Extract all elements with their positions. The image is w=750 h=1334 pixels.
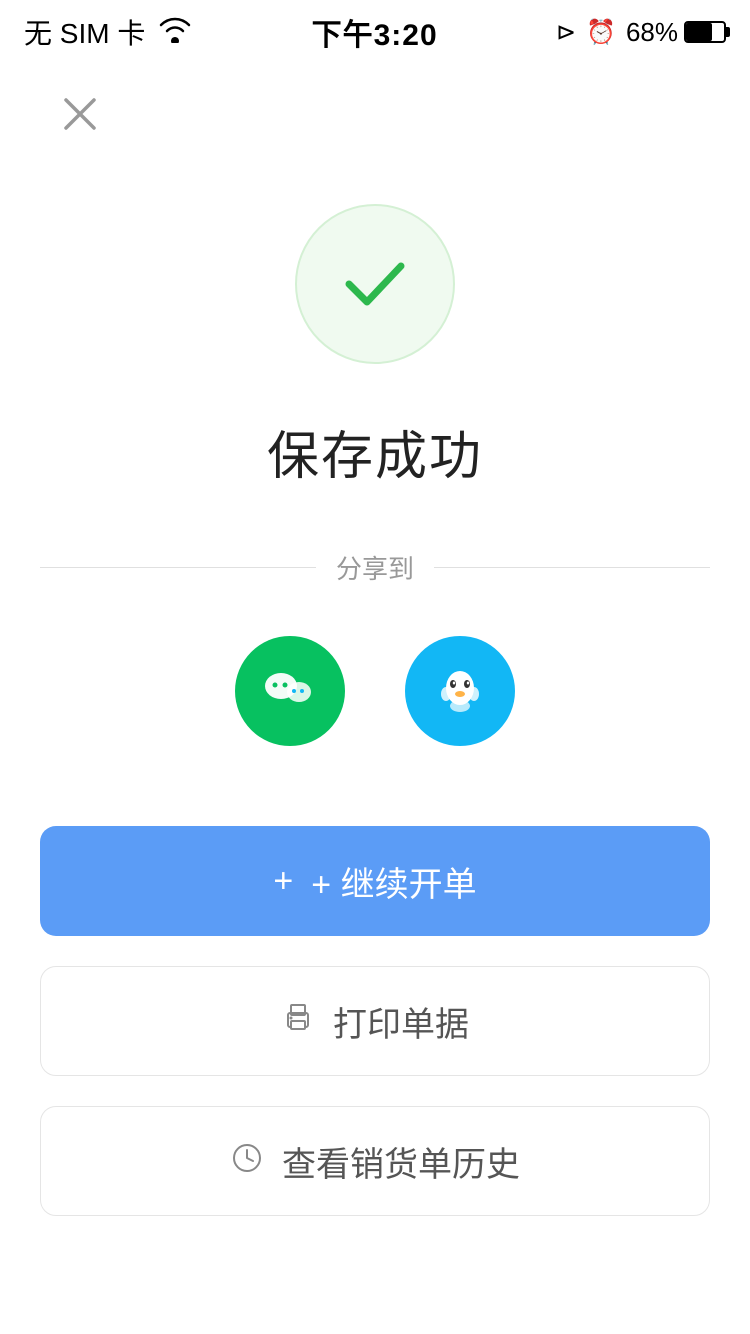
alarm-icon: ⏰ — [586, 18, 616, 47]
success-circle — [295, 204, 455, 364]
checkmark-icon — [335, 244, 415, 324]
history-icon — [230, 1141, 264, 1181]
success-title: 保存成功 — [267, 414, 483, 489]
continue-order-button[interactable]: + + 继续开单 — [40, 826, 710, 936]
battery-container: 68% — [626, 17, 726, 48]
share-section: 分享到 — [40, 549, 710, 746]
status-time: 下午3:20 — [312, 10, 438, 54]
history-button[interactable]: 查看销货单历史 — [40, 1106, 710, 1216]
wifi-icon — [157, 15, 193, 50]
action-buttons: + + 继续开单 打印单据 查看销货单历史 — [40, 826, 710, 1216]
share-divider-row: 分享到 — [40, 549, 710, 586]
battery-icon — [684, 21, 726, 43]
history-label: 查看销货单历史 — [282, 1137, 520, 1186]
divider-right — [434, 567, 710, 568]
share-qq-button[interactable] — [405, 636, 515, 746]
location-icon: ⊳ — [556, 18, 576, 47]
share-wechat-button[interactable] — [235, 636, 345, 746]
qq-icon — [427, 658, 493, 724]
status-left: 无 SIM 卡 — [24, 12, 193, 52]
wechat-icon — [257, 658, 323, 724]
battery-percentage: 68% — [626, 17, 678, 48]
share-label: 分享到 — [336, 549, 414, 586]
status-bar: 无 SIM 卡 下午3:20 ⊳ ⏰ 68% — [0, 0, 750, 64]
page-content: 保存成功 分享到 — [0, 64, 750, 1334]
share-icons — [235, 636, 515, 746]
divider-left — [40, 567, 316, 568]
print-icon — [281, 1001, 315, 1041]
close-button[interactable] — [50, 84, 110, 144]
print-button[interactable]: 打印单据 — [40, 966, 710, 1076]
continue-order-label: + 继续开单 — [311, 857, 476, 906]
print-label: 打印单据 — [333, 997, 469, 1046]
no-sim-label: 无 SIM 卡 — [24, 12, 145, 52]
status-right: ⊳ ⏰ 68% — [556, 17, 726, 48]
plus-icon: + — [273, 864, 293, 898]
